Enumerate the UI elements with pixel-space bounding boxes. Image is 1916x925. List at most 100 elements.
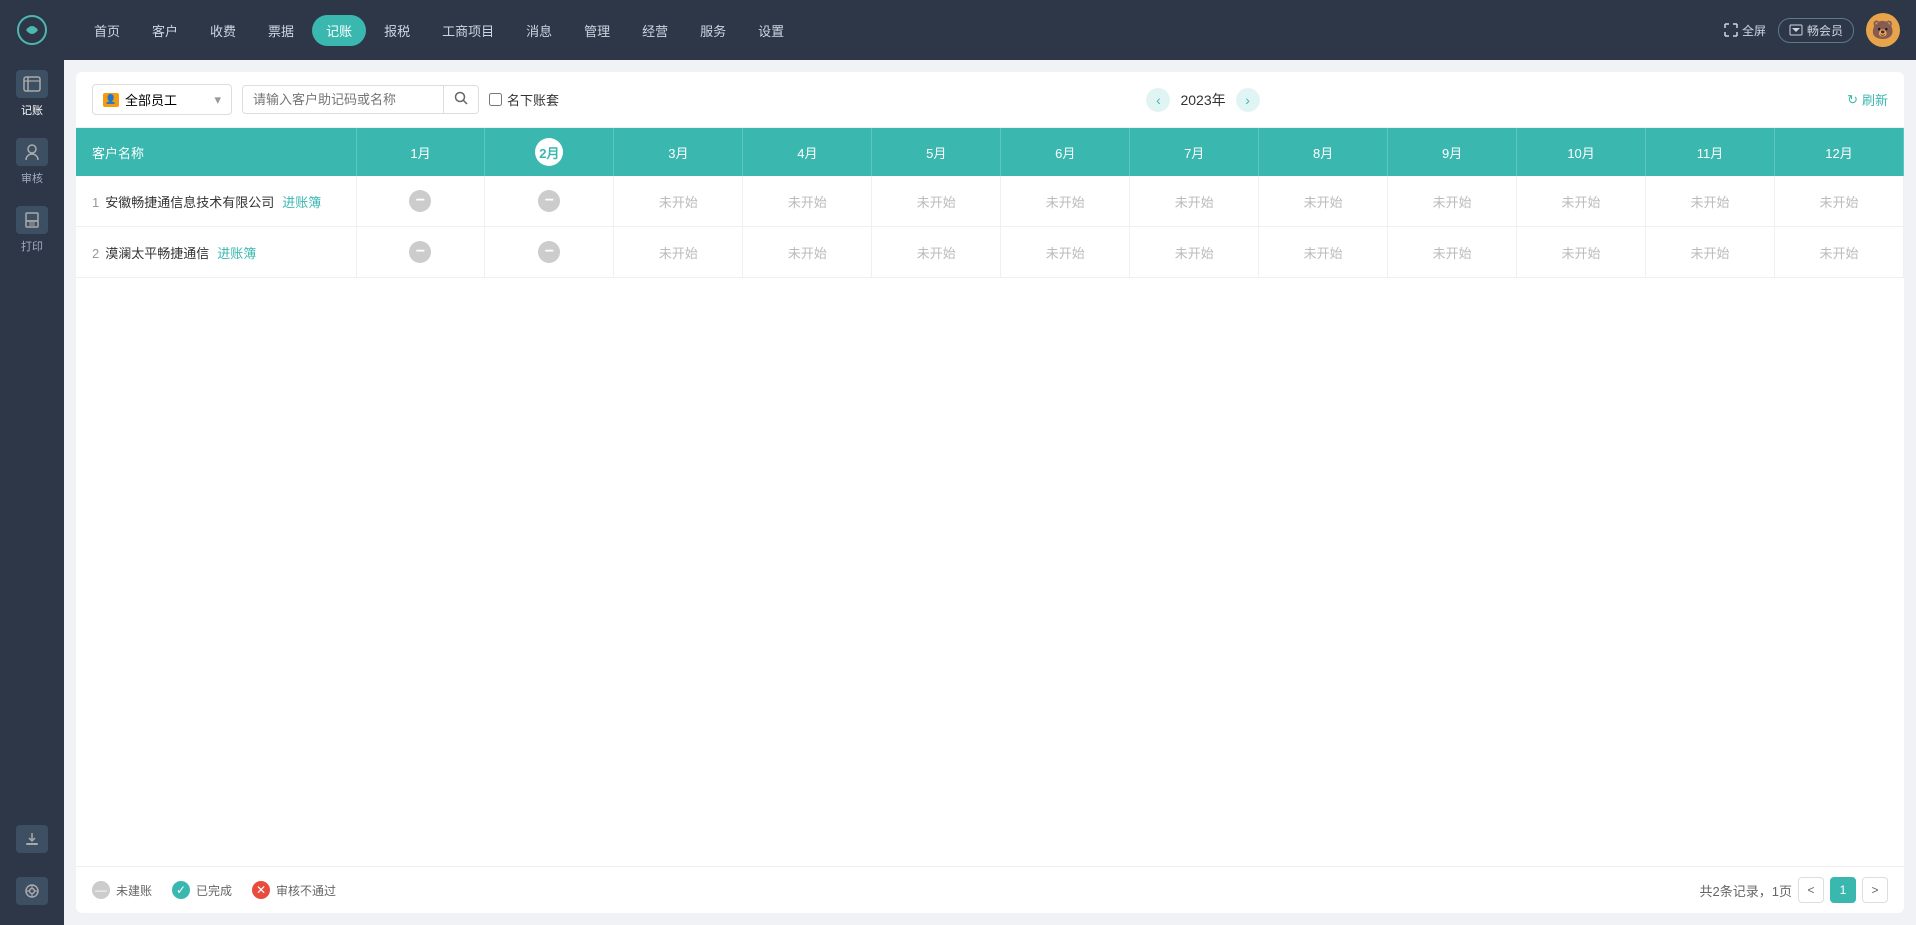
legend-completed-icon: ✓ [172, 881, 190, 899]
month-cell-7[interactable]: 未开始 [1130, 227, 1259, 278]
th-m5: 5月 [872, 128, 1001, 176]
legend-rejected-icon: ✕ [252, 881, 270, 899]
legend-not-started-label: 未建账 [116, 882, 152, 899]
month-cell-6[interactable]: 未开始 [1001, 227, 1130, 278]
year-next-button[interactable]: › [1236, 88, 1260, 112]
nav-client[interactable]: 客户 [138, 15, 192, 46]
print-icon [16, 206, 48, 234]
subsidiary-checkbox[interactable] [489, 93, 502, 106]
month-cell-1[interactable]: − [356, 227, 485, 278]
th-m11: 11月 [1646, 128, 1775, 176]
status-not-started-text: 未开始 [917, 246, 956, 261]
status-not-started-text: 未开始 [1691, 195, 1730, 210]
month-cell-12[interactable]: 未开始 [1774, 176, 1903, 227]
month-cell-2[interactable]: − [485, 227, 614, 278]
nav-manage[interactable]: 管理 [570, 15, 624, 46]
legend-not-started: — 未建账 [92, 881, 152, 899]
vip-label: 畅会员 [1807, 22, 1843, 39]
nav-bizitem[interactable]: 工商项目 [428, 15, 508, 46]
month-cell-11[interactable]: 未开始 [1646, 227, 1775, 278]
status-not-started-text: 未开始 [659, 195, 698, 210]
fullscreen-label: 全屏 [1742, 22, 1766, 39]
month-cell-1[interactable]: − [356, 176, 485, 227]
sidebar: 记账 审核 打印 [0, 0, 64, 925]
legend-completed: ✓ 已完成 [172, 881, 232, 899]
month-cell-6[interactable]: 未开始 [1001, 176, 1130, 227]
toolbar: 👤 全部员工 ▾ 名下账套 ‹ 2023年 › [76, 72, 1904, 128]
status-not-started-text: 未开始 [1304, 246, 1343, 261]
nav-message[interactable]: 消息 [512, 15, 566, 46]
sidebar-item-ledger[interactable]: 记账 [0, 60, 64, 128]
th-m9: 9月 [1388, 128, 1517, 176]
th-m6: 6月 [1001, 128, 1130, 176]
month-cell-12[interactable]: 未开始 [1774, 227, 1903, 278]
month-cell-4[interactable]: 未开始 [743, 176, 872, 227]
table-row: 2漠澜太平畅捷通信进账簿−−未开始未开始未开始未开始未开始未开始未开始未开始未开… [76, 227, 1904, 278]
nav-service[interactable]: 服务 [686, 15, 740, 46]
ledger-icon [16, 70, 48, 98]
nav-right: 全屏 畅会员 🐻 [1724, 13, 1900, 47]
prev-page-button[interactable]: < [1798, 877, 1824, 903]
employee-select[interactable]: 👤 全部员工 ▾ [92, 84, 232, 115]
row-index: 1 [92, 195, 99, 210]
nav-settings[interactable]: 设置 [744, 15, 798, 46]
next-page-button[interactable]: > [1862, 877, 1888, 903]
nav-tax[interactable]: 报税 [370, 15, 424, 46]
nav-ledger[interactable]: 记账 [312, 15, 366, 46]
enter-ledger-link[interactable]: 进账簿 [282, 195, 321, 210]
status-not-built-icon: − [538, 241, 560, 263]
table-header-row: 客户名称 1月 2月 3月 4月 5月 6月 7月 8月 9月 10月 11月 [76, 128, 1904, 176]
year-prev-button[interactable]: ‹ [1146, 88, 1170, 112]
month-cell-10[interactable]: 未开始 [1517, 176, 1646, 227]
sidebar-item-support[interactable] [16, 867, 48, 915]
table-wrap: 客户名称 1月 2月 3月 4月 5月 6月 7月 8月 9月 10月 11月 [76, 128, 1904, 866]
client-cell: 2漠澜太平畅捷通信进账簿 [76, 227, 356, 278]
sidebar-item-print[interactable]: 打印 [0, 196, 64, 264]
status-not-started-text: 未开始 [1562, 246, 1601, 261]
status-not-started-text: 未开始 [1304, 195, 1343, 210]
month-cell-2[interactable]: − [485, 176, 614, 227]
checkbox-label[interactable]: 名下账套 [489, 90, 559, 109]
enter-ledger-link[interactable]: 进账簿 [217, 246, 256, 261]
status-not-started-text: 未开始 [1691, 246, 1730, 261]
sidebar-item-download[interactable] [16, 815, 48, 863]
th-m3: 3月 [614, 128, 743, 176]
employee-label: 全部员工 [125, 90, 177, 109]
fullscreen-button[interactable]: 全屏 [1724, 22, 1766, 39]
refresh-button[interactable]: ↻ 刷新 [1847, 90, 1888, 109]
month-cell-10[interactable]: 未开始 [1517, 227, 1646, 278]
sidebar-item-audit[interactable]: 审核 [0, 128, 64, 196]
month-cell-11[interactable]: 未开始 [1646, 176, 1775, 227]
sidebar-item-print-label: 打印 [21, 238, 43, 254]
month-cell-7[interactable]: 未开始 [1130, 176, 1259, 227]
month-cell-5[interactable]: 未开始 [872, 227, 1001, 278]
topnav: 首页 客户 收费 票据 记账 报税 工商项目 消息 管理 经营 服务 设置 全屏… [64, 0, 1916, 60]
nav-home[interactable]: 首页 [80, 15, 134, 46]
month-cell-8[interactable]: 未开始 [1259, 176, 1388, 227]
user-avatar[interactable]: 🐻 [1866, 13, 1900, 47]
pagination: 共2条记录，1页 < 1 > [1700, 877, 1888, 903]
month-cell-5[interactable]: 未开始 [872, 176, 1001, 227]
footer: — 未建账 ✓ 已完成 ✕ 审核不通过 共2条记录，1页 < 1 > [76, 866, 1904, 913]
search-input[interactable] [243, 87, 443, 112]
current-page-button[interactable]: 1 [1830, 877, 1856, 903]
status-not-started-text: 未开始 [1433, 195, 1472, 210]
month-cell-3[interactable]: 未开始 [614, 227, 743, 278]
status-not-started-text: 未开始 [1175, 246, 1214, 261]
month-cell-9[interactable]: 未开始 [1388, 176, 1517, 227]
legend-not-started-icon: — [92, 881, 110, 899]
download-icon [16, 825, 48, 853]
nav-operation[interactable]: 经营 [628, 15, 682, 46]
month-cell-9[interactable]: 未开始 [1388, 227, 1517, 278]
vip-button[interactable]: 畅会员 [1778, 18, 1854, 43]
nav-collection[interactable]: 收费 [196, 15, 250, 46]
status-not-started-text: 未开始 [917, 195, 956, 210]
month-cell-4[interactable]: 未开始 [743, 227, 872, 278]
th-m8: 8月 [1259, 128, 1388, 176]
search-button[interactable] [443, 86, 478, 113]
month-cell-3[interactable]: 未开始 [614, 176, 743, 227]
month-cell-8[interactable]: 未开始 [1259, 227, 1388, 278]
status-not-started-text: 未开始 [1046, 195, 1085, 210]
nav-invoice[interactable]: 票据 [254, 15, 308, 46]
search-box [242, 85, 479, 114]
